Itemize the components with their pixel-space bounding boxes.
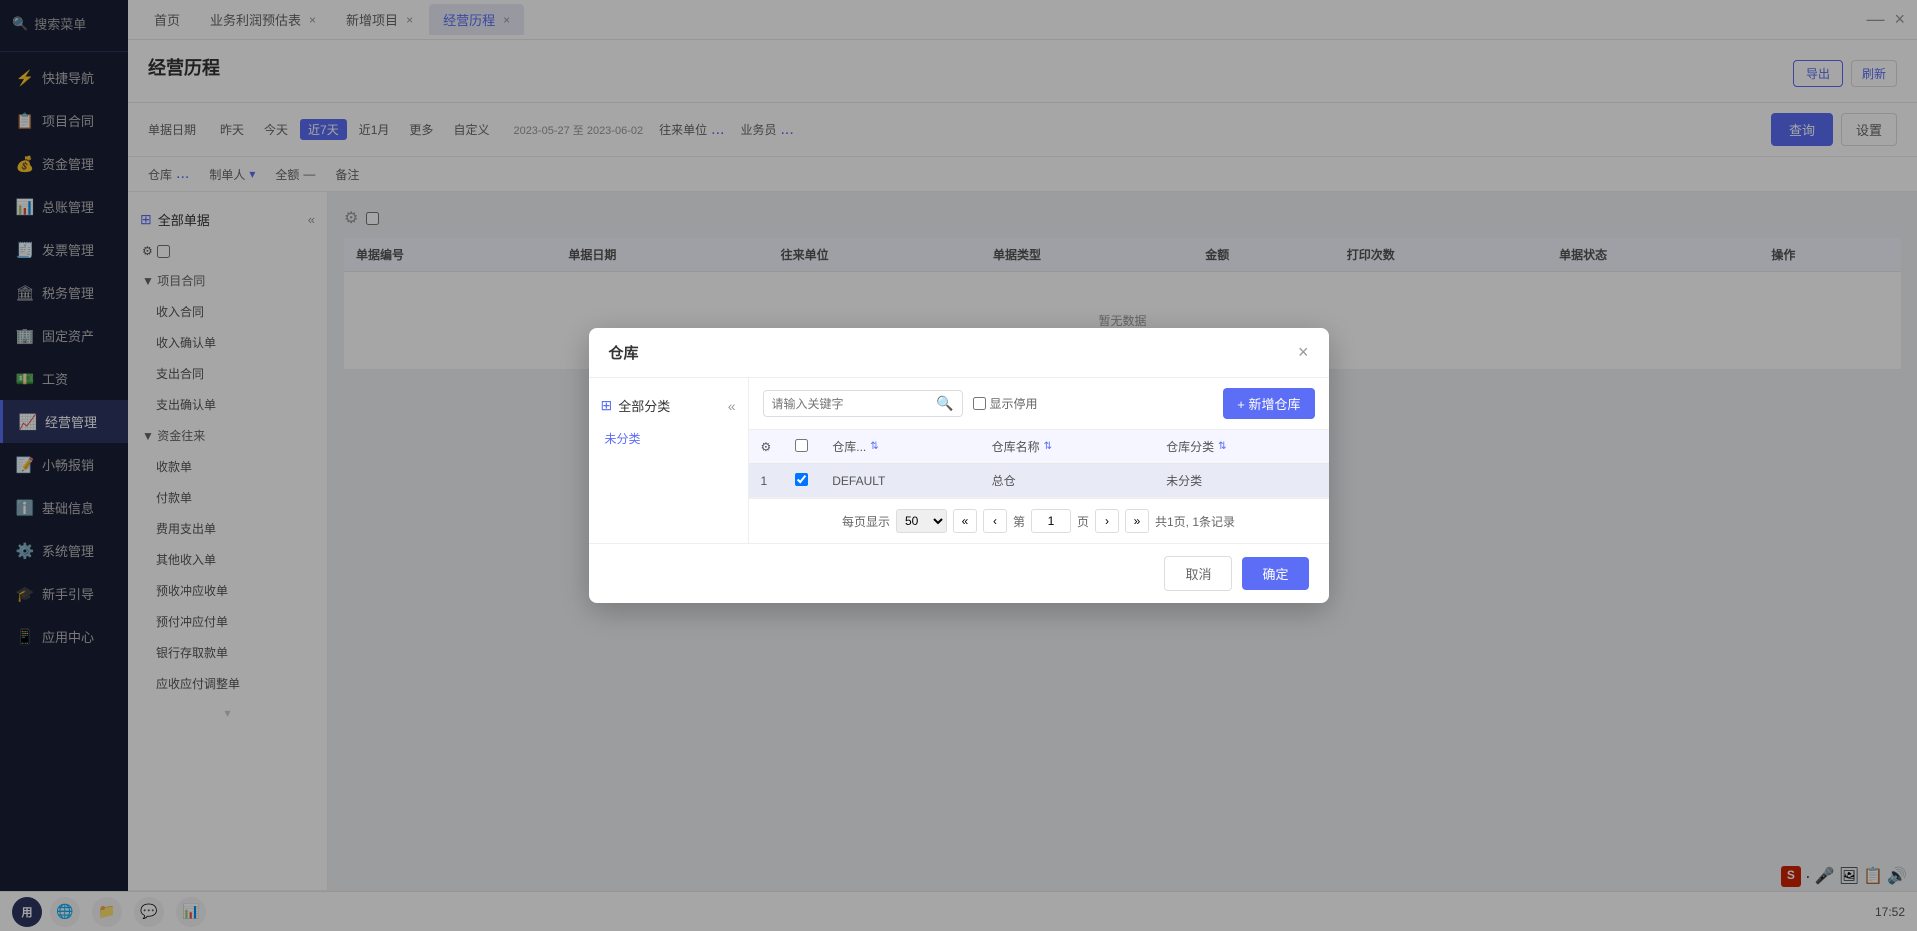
all-category-label: 全部分类	[618, 396, 670, 415]
dialog-first-page[interactable]: «	[953, 509, 977, 533]
show-disabled-text: 显示停用	[990, 395, 1038, 412]
col-warehouse-name-sort[interactable]: ⇅	[1044, 441, 1052, 452]
row-warehouse-name: 总仓	[980, 464, 1154, 498]
dialog-close-button[interactable]: ×	[1298, 342, 1309, 363]
dialog-left-panel: ⊞ 全部分类 « 未分类	[589, 378, 749, 543]
dialog-overlay: 仓库 × ⊞ 全部分类 « 未分类	[0, 0, 1917, 931]
row-checkbox[interactable]	[783, 464, 820, 498]
dialog-all-category[interactable]: ⊞ 全部分类 «	[589, 388, 748, 423]
dialog-unclassified[interactable]: 未分类	[589, 423, 748, 454]
col-warehouse-category-sort[interactable]: ⇅	[1218, 441, 1226, 452]
dialog-per-page-label: 每页显示	[842, 513, 890, 530]
col-warehouse-code: 仓库... ⇅	[820, 430, 979, 464]
col-settings[interactable]: ⚙	[749, 430, 784, 464]
dialog-next-page[interactable]: ›	[1095, 509, 1119, 533]
dialog-total: 共1页, 1条记录	[1155, 513, 1235, 530]
dialog-pagination: 每页显示 50 100 200 « ‹ 第 页 › » 共1页, 1条记录	[749, 498, 1329, 543]
dialog-page-suffix: 页	[1077, 513, 1089, 530]
dialog-left-scroll: 未分类	[589, 423, 748, 533]
row-warehouse-category: 未分类	[1154, 464, 1328, 498]
dialog-table-wrap: ⚙ 仓库... ⇅ 仓库名称	[749, 430, 1329, 498]
dialog-per-page-select[interactable]: 50 100 200	[896, 509, 947, 533]
dialog-search-icon[interactable]: 🔍	[936, 395, 953, 412]
table-row[interactable]: 1 DEFAULT 总仓 未分类	[749, 464, 1329, 498]
show-disabled-label[interactable]: 显示停用	[973, 395, 1038, 412]
row-num: 1	[749, 464, 784, 498]
warehouse-dialog: 仓库 × ⊞ 全部分类 « 未分类	[589, 328, 1329, 603]
dialog-prev-page[interactable]: ‹	[983, 509, 1007, 533]
cancel-button[interactable]: 取消	[1164, 556, 1232, 591]
dialog-title: 仓库	[609, 342, 639, 363]
grid-icon-dialog: ⊞	[601, 397, 613, 414]
dialog-search-input[interactable]	[772, 397, 931, 411]
dialog-body: ⊞ 全部分类 « 未分类 🔍 显示停用	[589, 378, 1329, 543]
dialog-select-all[interactable]	[795, 439, 808, 452]
col-warehouse-category: 仓库分类 ⇅	[1154, 430, 1328, 464]
dialog-right-panel: 🔍 显示停用 + 新增仓库 ⚙	[749, 378, 1329, 543]
dialog-header: 仓库 ×	[589, 328, 1329, 378]
show-disabled-checkbox[interactable]	[973, 397, 986, 410]
dialog-header-row: ⚙ 仓库... ⇅ 仓库名称	[749, 430, 1329, 464]
add-warehouse-button[interactable]: + 新增仓库	[1223, 388, 1314, 419]
col-checkbox	[783, 430, 820, 464]
dialog-footer: 取消 确定	[589, 543, 1329, 603]
dialog-page-input[interactable]	[1031, 509, 1071, 533]
dialog-collapse-icon[interactable]: «	[728, 398, 736, 414]
dialog-page-label: 第	[1013, 513, 1025, 530]
col-warehouse-name: 仓库名称 ⇅	[980, 430, 1154, 464]
row-warehouse-code: DEFAULT	[820, 464, 979, 498]
dialog-last-page[interactable]: »	[1125, 509, 1149, 533]
dialog-toolbar: 🔍 显示停用 + 新增仓库	[749, 378, 1329, 430]
confirm-button[interactable]: 确定	[1242, 557, 1308, 590]
dialog-table: ⚙ 仓库... ⇅ 仓库名称	[749, 430, 1329, 498]
col-warehouse-code-sort[interactable]: ⇅	[870, 441, 878, 452]
dialog-search-box[interactable]: 🔍	[763, 390, 963, 417]
